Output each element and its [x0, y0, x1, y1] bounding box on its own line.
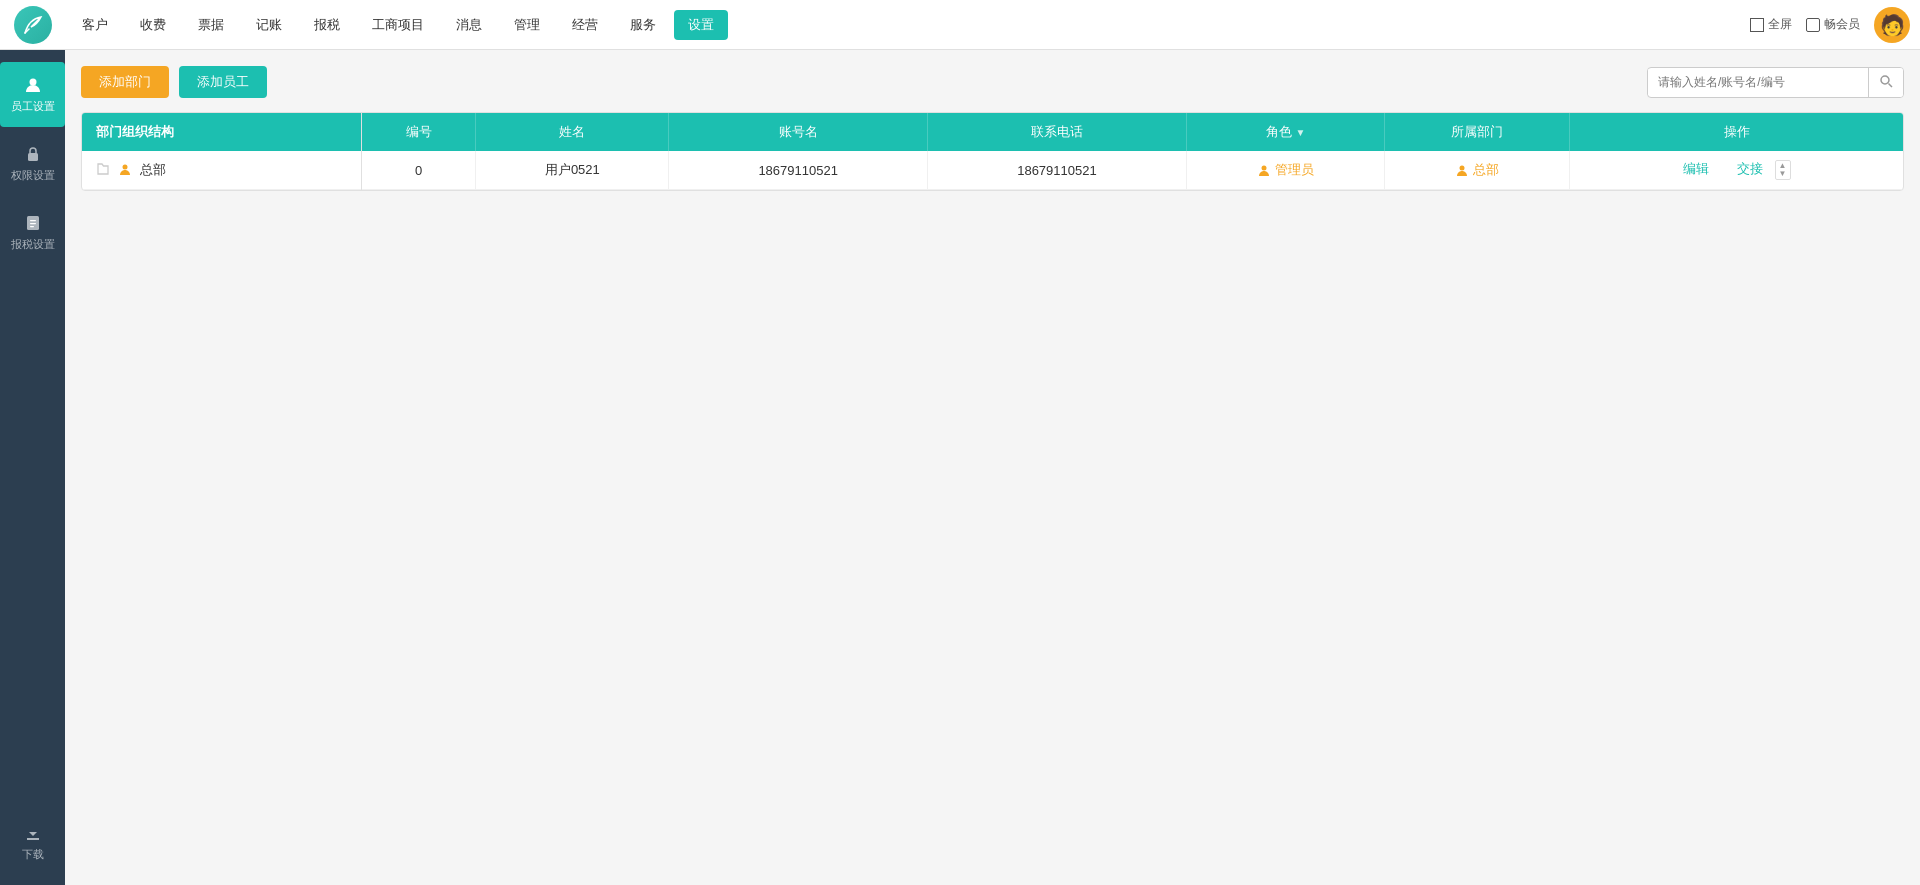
nav-business[interactable]: 工商项目 — [358, 10, 438, 40]
logo-icon — [14, 6, 52, 44]
svg-point-11 — [1460, 165, 1465, 170]
add-employee-button[interactable]: 添加员工 — [179, 66, 267, 98]
cell-account: 18679110521 — [669, 151, 928, 190]
th-role[interactable]: 角色 ▼ — [1186, 113, 1384, 151]
th-name: 姓名 — [476, 113, 669, 151]
nav-operation[interactable]: 经营 — [558, 10, 612, 40]
taxsettings-icon — [23, 213, 43, 233]
svg-rect-5 — [30, 223, 36, 224]
nav-tax[interactable]: 报税 — [300, 10, 354, 40]
svg-point-9 — [123, 164, 128, 169]
sidebar-item-taxsettings[interactable]: 报税设置 — [0, 200, 65, 265]
fullscreen-button[interactable]: 全屏 — [1750, 16, 1792, 33]
sidebar-item-employee-label: 员工设置 — [11, 99, 55, 114]
svg-point-0 — [29, 79, 36, 86]
fullscreen-icon — [1750, 18, 1764, 32]
table-header-row: 编号 姓名 账号名 联系电话 角色 — [362, 113, 1903, 151]
action-separator — [1716, 161, 1729, 176]
member-button[interactable]: 畅会员 — [1806, 16, 1860, 33]
download-icon — [23, 823, 43, 843]
nav-settings[interactable]: 设置 — [674, 10, 728, 40]
dept-name: 总部 — [140, 161, 166, 179]
th-phone: 联系电话 — [928, 113, 1187, 151]
search-input[interactable] — [1648, 69, 1868, 95]
nav-accounting[interactable]: 记账 — [242, 10, 296, 40]
sidebar-item-permission-label: 权限设置 — [11, 168, 55, 183]
cell-name: 用户0521 — [476, 151, 669, 190]
sidebar: 员工设置 权限设置 报税设置 下载 — [0, 50, 65, 885]
cell-role: 管理员 — [1186, 151, 1384, 190]
role-value: 管理员 — [1275, 161, 1314, 179]
app-logo — [0, 0, 65, 50]
nav-fee[interactable]: 收费 — [126, 10, 180, 40]
svg-point-2 — [31, 156, 33, 158]
th-account: 账号名 — [669, 113, 928, 151]
cell-dept: 总部 — [1385, 151, 1570, 190]
content-area: 部门组织结构 总部 — [81, 112, 1904, 191]
svg-line-8 — [1889, 83, 1893, 87]
cell-actions: 编辑 交接 ▲ ▼ — [1570, 151, 1903, 190]
main-content: 添加部门 添加员工 部门组织结构 — [65, 50, 1920, 885]
user-avatar[interactable]: 🧑 — [1874, 7, 1910, 43]
sidebar-item-download-label: 下载 — [22, 847, 44, 862]
svg-point-10 — [1262, 165, 1267, 170]
transfer-link[interactable]: 交接 — [1737, 161, 1763, 176]
sidebar-item-employee[interactable]: 员工设置 — [0, 62, 65, 127]
nav-right: 全屏 畅会员 🧑 — [1750, 7, 1910, 43]
search-bar — [1647, 67, 1904, 98]
nav-service[interactable]: 服务 — [616, 10, 670, 40]
svg-rect-6 — [30, 226, 34, 227]
nav-bills[interactable]: 票据 — [184, 10, 238, 40]
dept-user-icon — [118, 162, 132, 179]
sidebar-item-taxsettings-label: 报税设置 — [11, 237, 55, 252]
dept-tree-header: 部门组织结构 — [82, 113, 361, 151]
row-scroll[interactable]: ▲ ▼ — [1775, 160, 1791, 180]
member-icon — [1806, 18, 1820, 32]
dept-item-root[interactable]: 总部 — [82, 151, 361, 190]
top-navigation: 首页 客户 收费 票据 记账 报税 工商项目 消息 管理 经营 服务 设置 全屏… — [0, 0, 1920, 50]
fullscreen-label: 全屏 — [1768, 16, 1792, 33]
nav-message[interactable]: 消息 — [442, 10, 496, 40]
role-filter-icon: ▼ — [1296, 127, 1306, 138]
search-button[interactable] — [1868, 68, 1903, 97]
svg-rect-4 — [30, 220, 36, 221]
th-id: 编号 — [362, 113, 476, 151]
dept-file-icon — [96, 162, 110, 179]
left-panel: 部门组织结构 总部 — [82, 113, 362, 190]
add-dept-button[interactable]: 添加部门 — [81, 66, 169, 98]
table-row: 0 用户0521 18679110521 18679110521 管理员 — [362, 151, 1903, 190]
edit-link[interactable]: 编辑 — [1683, 161, 1709, 176]
nav-manage[interactable]: 管理 — [500, 10, 554, 40]
permission-icon — [23, 144, 43, 164]
nav-customer[interactable]: 客户 — [68, 10, 122, 40]
th-actions: 操作 — [1570, 113, 1903, 151]
employee-icon — [23, 75, 43, 95]
th-dept: 所属部门 — [1385, 113, 1570, 151]
sidebar-item-download[interactable]: 下载 — [0, 810, 65, 875]
cell-phone: 18679110521 — [928, 151, 1187, 190]
svg-point-7 — [1881, 76, 1889, 84]
right-panel: 编号 姓名 账号名 联系电话 角色 — [362, 113, 1903, 190]
toolbar: 添加部门 添加员工 — [81, 66, 1904, 98]
sidebar-item-permission[interactable]: 权限设置 — [0, 131, 65, 196]
member-label: 畅会员 — [1824, 16, 1860, 33]
nav-items: 首页 客户 收费 票据 记账 报税 工商项目 消息 管理 经营 服务 设置 — [10, 10, 1750, 40]
cell-id: 0 — [362, 151, 476, 190]
dept-value: 总部 — [1473, 161, 1499, 179]
employee-table: 编号 姓名 账号名 联系电话 角色 — [362, 113, 1903, 190]
